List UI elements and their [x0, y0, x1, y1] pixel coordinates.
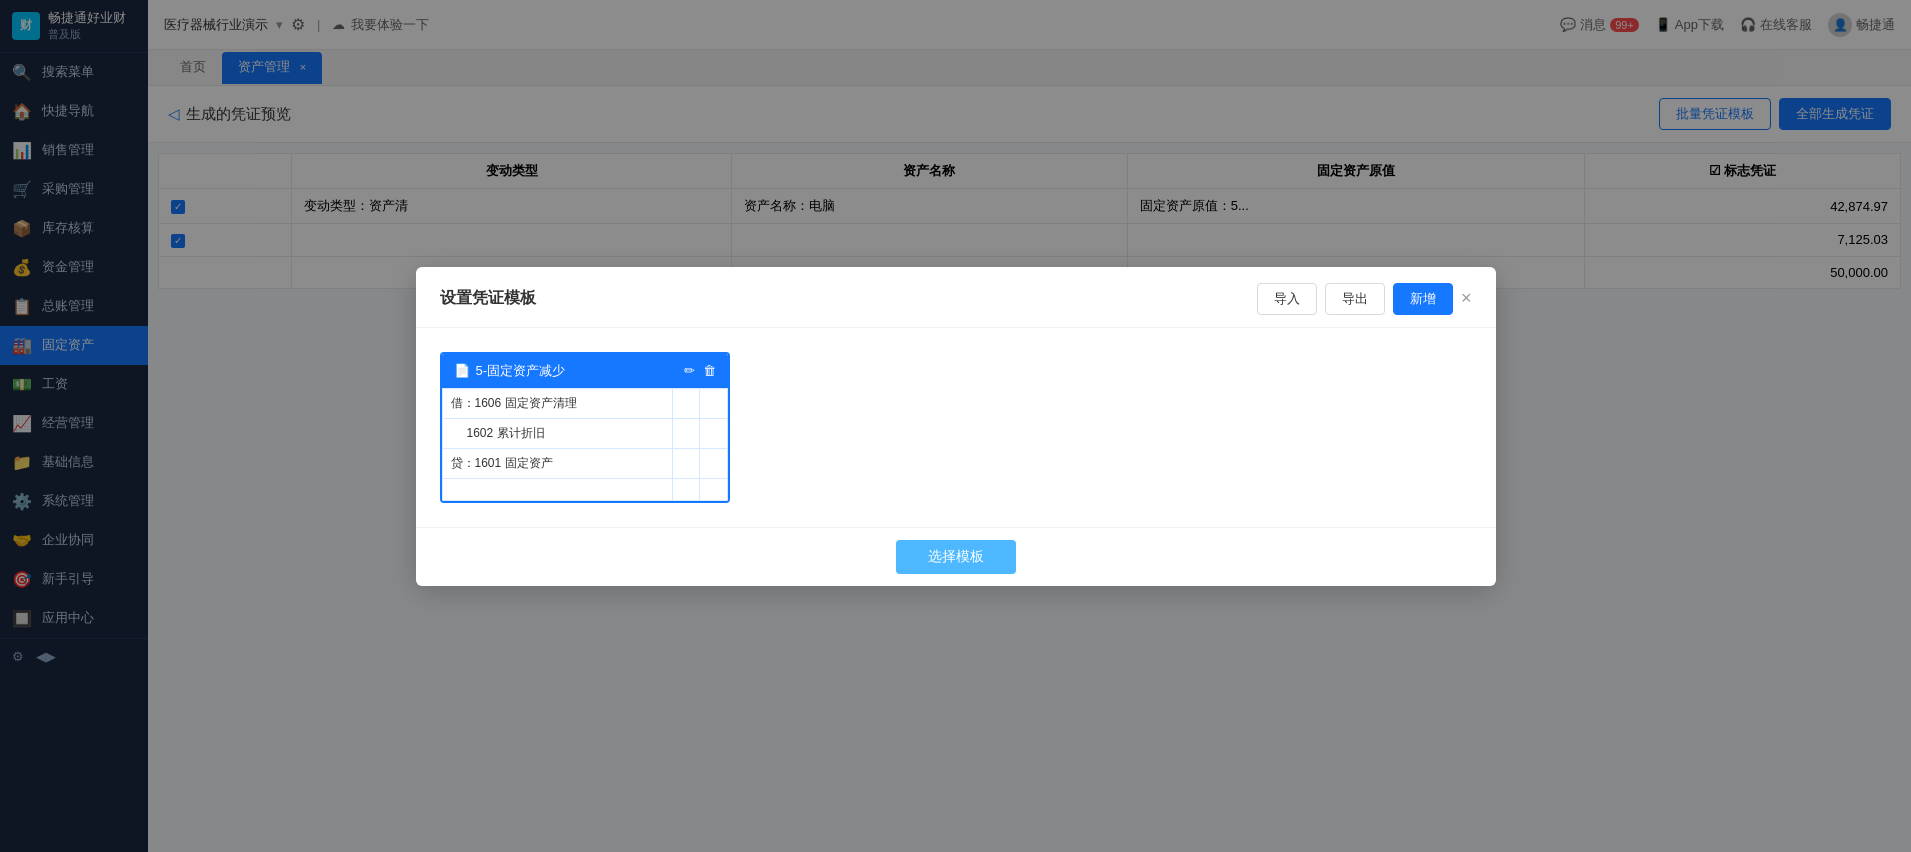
- template-delete-icon[interactable]: 🗑: [703, 363, 716, 378]
- page-content: ◁ 生成的凭证预览 批量凭证模板 全部生成凭证 变动类型 资产名称 固定资产原: [148, 86, 1911, 852]
- export-button[interactable]: 导出: [1325, 283, 1385, 315]
- template-card[interactable]: 📄 5-固定资产减少 ✏ 🗑 借：1606 固定资产清理: [440, 352, 730, 503]
- modal-overlay: 设置凭证模板 导入 导出 新增 × 📄 5-固定资产减少: [148, 86, 1911, 852]
- modal-footer: 选择模板: [416, 527, 1496, 586]
- template-row: 1602 累计折旧: [442, 418, 727, 448]
- template-doc-icon: 📄: [454, 363, 470, 378]
- template-row: 借：1606 固定资产清理: [442, 388, 727, 418]
- main-area: 医疗器械行业演示 ▾ ⚙ | ☁ 我要体验一下 💬 消息 99+ 📱 App下载…: [148, 0, 1911, 852]
- modal-header: 设置凭证模板 导入 导出 新增 ×: [416, 267, 1496, 328]
- template-card-header: 📄 5-固定资产减少 ✏ 🗑: [442, 354, 728, 388]
- template-name: 5-固定资产减少: [476, 362, 566, 380]
- select-template-button[interactable]: 选择模板: [896, 540, 1016, 574]
- modal-title: 设置凭证模板: [440, 288, 536, 309]
- import-button[interactable]: 导入: [1257, 283, 1317, 315]
- modal-close-button[interactable]: ×: [1461, 288, 1472, 309]
- template-row: 贷：1601 固定资产: [442, 448, 727, 478]
- voucher-template-modal: 设置凭证模板 导入 导出 新增 × 📄 5-固定资产减少: [416, 267, 1496, 586]
- new-button[interactable]: 新增: [1393, 283, 1453, 315]
- template-row-empty: [442, 478, 727, 500]
- modal-body: 📄 5-固定资产减少 ✏ 🗑 借：1606 固定资产清理: [416, 328, 1496, 527]
- template-entries-table: 借：1606 固定资产清理 1602 累计折旧: [442, 388, 728, 501]
- template-edit-icon[interactable]: ✏: [684, 363, 695, 378]
